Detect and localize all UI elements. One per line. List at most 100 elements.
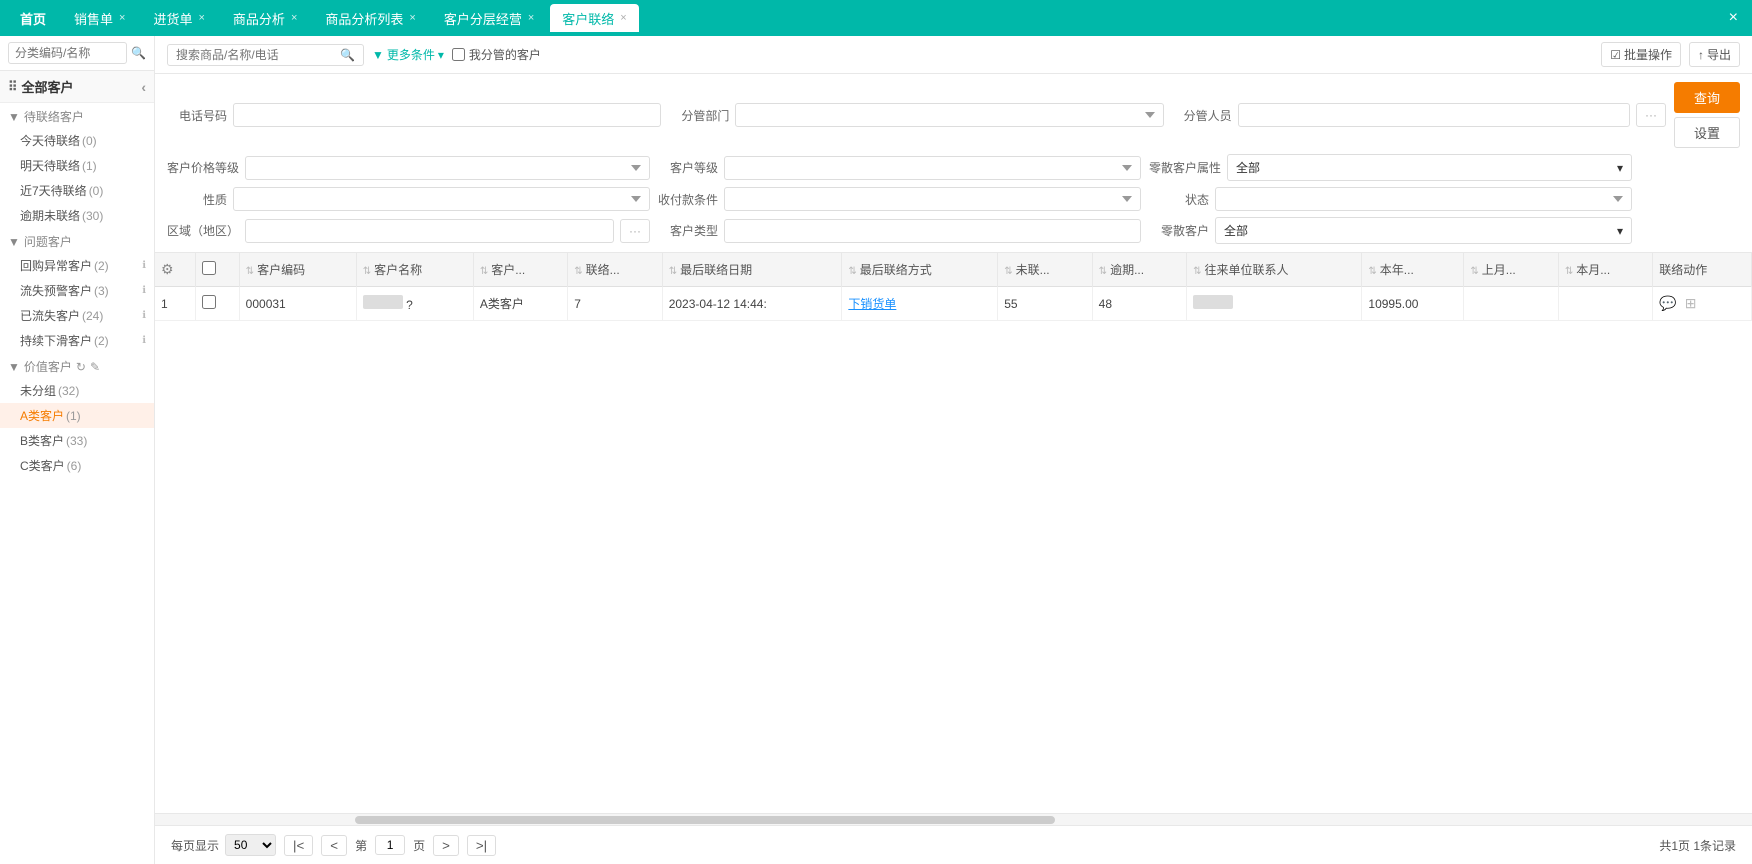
nature-select[interactable]: [233, 187, 650, 211]
sidebar-item-repurchase[interactable]: 回购异常客户 (2) ℹ: [0, 253, 154, 278]
person-dots-btn[interactable]: ···: [1636, 103, 1666, 127]
col-contact[interactable]: 联络...: [568, 253, 662, 287]
retail-attr-field: 零散客户属性 全部 ▾: [1149, 154, 1632, 181]
all-customers-header[interactable]: ⠿ 全部客户 ‹: [0, 71, 154, 103]
search-input[interactable]: [176, 48, 336, 62]
col-overdue[interactable]: 逾期...: [1092, 253, 1186, 287]
sidebar-search-input[interactable]: [8, 42, 127, 64]
tab-customer-tier[interactable]: 客户分层经营 ×: [432, 4, 546, 32]
last-method-link[interactable]: 下销货单: [848, 297, 896, 311]
sidebar-item-b-class[interactable]: B类客户 (33): [0, 428, 154, 453]
chat-icon[interactable]: 💬: [1659, 295, 1676, 312]
retail-customer-select[interactable]: 全部 ▾: [1215, 217, 1632, 244]
close-all-button[interactable]: ×: [1723, 9, 1744, 27]
customer-grade-select[interactable]: [724, 156, 1141, 180]
table-settings-icon[interactable]: ⚙: [161, 261, 174, 277]
close-goods-list-icon[interactable]: ×: [409, 12, 415, 24]
tab-goods-list[interactable]: 商品分析列表 ×: [313, 4, 427, 32]
action-buttons: 查询 设置: [1674, 82, 1740, 148]
edit-icon[interactable]: ✎: [90, 360, 100, 374]
page-size-select[interactable]: 20 50 100: [225, 834, 276, 856]
last-page-button[interactable]: >|: [467, 835, 496, 856]
next-page-button[interactable]: >: [433, 835, 459, 856]
info-icon4[interactable]: ℹ: [142, 335, 146, 346]
price-grade-label: 客户价格等级: [167, 159, 239, 176]
c-class-count: (6): [67, 459, 82, 473]
grid-action-icon[interactable]: ⊞: [1685, 295, 1697, 312]
tab-home[interactable]: 首页: [8, 4, 58, 32]
sidebar-item-overdue[interactable]: 逾期未联络 (30): [0, 203, 154, 228]
col-last-method[interactable]: 最后联络方式: [842, 253, 998, 287]
horizontal-scrollbar[interactable]: [355, 816, 1055, 824]
payment-select[interactable]: [724, 187, 1141, 211]
close-customer-contact-icon[interactable]: ×: [620, 12, 626, 24]
col-last-month[interactable]: 上月...: [1464, 253, 1558, 287]
arrow-down-icon3: ▼: [8, 360, 20, 374]
sidebar-item-ungroup[interactable]: 未分组 (32): [0, 378, 154, 403]
info-icon2[interactable]: ℹ: [142, 285, 146, 296]
top-nav: 首页 销售单 × 进货单 × 商品分析 × 商品分析列表 × 客户分层经营 × …: [0, 0, 1752, 36]
sidebar-collapse-icon[interactable]: ‹: [141, 79, 146, 95]
select-all-checkbox[interactable]: [202, 261, 216, 275]
status-select[interactable]: [1215, 187, 1632, 211]
search-icon2[interactable]: 🔍: [340, 48, 355, 62]
row-checkbox[interactable]: [202, 295, 216, 309]
tab-customer-contact-label: 客户联络: [562, 9, 614, 28]
col-code[interactable]: 客户编码: [239, 253, 356, 287]
close-sales-icon[interactable]: ×: [119, 12, 125, 24]
price-grade-field: 客户价格等级: [167, 156, 650, 180]
sidebar-item-week[interactable]: 近7天待联络 (0): [0, 178, 154, 203]
sidebar-item-tomorrow[interactable]: 明天待联络 (1): [0, 153, 154, 178]
customer-grade-label: 客户等级: [658, 159, 718, 176]
first-page-button[interactable]: |<: [284, 835, 313, 856]
col-last-date[interactable]: 最后联络日期: [662, 253, 842, 287]
region-input[interactable]: [245, 219, 614, 243]
table-row: 1 000031 ? A类客户 7 2023-04-12 14:44:: [155, 287, 1752, 321]
tab-goods-analysis[interactable]: 商品分析 ×: [221, 4, 309, 32]
export-label: 导出: [1707, 46, 1731, 63]
prev-page-button[interactable]: <: [321, 835, 347, 856]
more-filters-btn[interactable]: ▼ 更多条件 ▾: [372, 46, 444, 63]
info-icon[interactable]: ℹ: [142, 260, 146, 271]
tab-sales[interactable]: 销售单 ×: [62, 4, 137, 32]
a-class-count: (1): [66, 409, 81, 423]
sidebar-search-icon[interactable]: 🔍: [131, 46, 146, 60]
sidebar-item-a-class[interactable]: A类客户 (1): [0, 403, 154, 428]
close-goods-analysis-icon[interactable]: ×: [291, 12, 297, 24]
col-this-year[interactable]: 本年...: [1362, 253, 1464, 287]
col-unit-contact[interactable]: 往来单位联系人: [1187, 253, 1362, 287]
week-count: (0): [89, 184, 104, 198]
sidebar-item-lost[interactable]: 已流失客户 (24) ℹ: [0, 303, 154, 328]
customer-type-label: 客户类型: [658, 222, 718, 239]
person-input[interactable]: [1238, 103, 1630, 127]
sidebar-item-c-class[interactable]: C类客户 (6): [0, 453, 154, 478]
settings-button[interactable]: 设置: [1674, 117, 1740, 148]
query-button[interactable]: 查询: [1674, 82, 1740, 113]
sidebar-item-declining[interactable]: 持续下滑客户 (2) ℹ: [0, 328, 154, 353]
dept-field: 分管部门: [669, 103, 1163, 127]
close-purchase-icon[interactable]: ×: [198, 12, 204, 24]
customer-grade-field: 客户等级: [658, 156, 1141, 180]
my-customers-checkbox[interactable]: [452, 48, 465, 61]
sidebar-item-churn[interactable]: 流失预警客户 (3) ℹ: [0, 278, 154, 303]
col-no-contact[interactable]: 未联...: [998, 253, 1092, 287]
chevron-icon: ▾: [1617, 161, 1623, 175]
info-icon3[interactable]: ℹ: [142, 310, 146, 321]
region-dots-btn[interactable]: ···: [620, 219, 650, 243]
tab-customer-contact[interactable]: 客户联络 ×: [550, 4, 638, 32]
retail-attr-select[interactable]: 全部 ▾: [1227, 154, 1632, 181]
page-number-input[interactable]: [375, 835, 405, 855]
sidebar-item-today[interactable]: 今天待联络 (0): [0, 128, 154, 153]
col-name[interactable]: 客户名称: [356, 253, 473, 287]
close-customer-tier-icon[interactable]: ×: [528, 12, 534, 24]
col-type[interactable]: 客户...: [473, 253, 567, 287]
phone-input[interactable]: [233, 103, 661, 127]
export-button[interactable]: ↑ 导出: [1689, 42, 1740, 67]
col-this-month[interactable]: 本月...: [1558, 253, 1652, 287]
customer-type-input[interactable]: [724, 219, 1141, 243]
tab-purchase[interactable]: 进货单 ×: [141, 4, 216, 32]
refresh-icon[interactable]: ↻: [76, 360, 86, 374]
dept-select[interactable]: [735, 103, 1163, 127]
price-grade-select[interactable]: [245, 156, 650, 180]
batch-op-button[interactable]: ☑ 批量操作: [1601, 42, 1681, 67]
